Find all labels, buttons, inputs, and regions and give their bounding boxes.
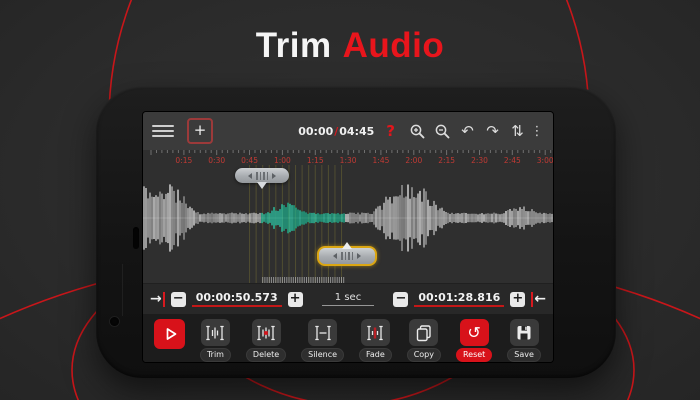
delete-button[interactable]: Delete xyxy=(245,319,287,362)
reset-label: Reset xyxy=(455,348,493,362)
selection-controls: → − 00:00:50.573 + 1 sec − 00:01:28.816 … xyxy=(143,283,553,314)
svg-text:1:15: 1:15 xyxy=(307,156,324,165)
copy-button[interactable]: Copy xyxy=(406,319,441,362)
svg-text:0:45: 0:45 xyxy=(241,156,258,165)
step-size-field[interactable]: 1 sec xyxy=(321,292,375,306)
start-minus-button[interactable]: − xyxy=(170,291,186,307)
redo-icon[interactable]: ↷ xyxy=(480,119,505,143)
svg-text:1:45: 1:45 xyxy=(373,156,390,165)
earpiece-speaker xyxy=(133,227,139,249)
zoom-out-icon[interactable] xyxy=(430,119,455,143)
svg-text:2:00: 2:00 xyxy=(405,156,422,165)
phone-frame: + 00:00/04:45 ? ↶ ↷ ⇅ ⋮ 0:15 0:30 0:45 1:00… xyxy=(96,86,616,378)
trim-button[interactable]: Trim xyxy=(199,319,231,362)
selection-start-handle[interactable] xyxy=(235,168,289,189)
svg-text:1:30: 1:30 xyxy=(340,156,357,165)
copy-label: Copy xyxy=(406,348,441,362)
top-toolbar: + 00:00/04:45 ? ↶ ↷ ⇅ ⋮ xyxy=(143,112,553,150)
selection-end-handle[interactable] xyxy=(317,242,377,266)
reset-icon: ↺ xyxy=(459,319,489,346)
time-total: 04:45 xyxy=(339,124,375,138)
svg-text:2:45: 2:45 xyxy=(504,156,521,165)
fade-button[interactable]: Fade xyxy=(358,319,392,362)
add-file-button[interactable]: + xyxy=(187,118,213,144)
delete-icon xyxy=(251,319,281,346)
silence-icon xyxy=(308,319,338,346)
waveform-area[interactable]: 0:15 0:30 0:45 1:00 1:15 1:30 1:45 2:00 2:15 2:30… xyxy=(143,150,553,283)
selection-end-time[interactable]: 00:01:28.816 xyxy=(414,291,505,307)
time-current: 00:00 xyxy=(298,124,334,138)
front-camera xyxy=(110,317,119,326)
svg-text:0:30: 0:30 xyxy=(208,156,225,165)
save-button[interactable]: Save xyxy=(507,319,541,362)
start-plus-button[interactable]: + xyxy=(287,291,303,307)
selection-start-time[interactable]: 00:00:50.573 xyxy=(191,291,282,307)
app-screen: + 00:00/04:45 ? ↶ ↷ ⇅ ⋮ 0:15 0:30 0:45 1:00… xyxy=(143,112,553,362)
undo-icon[interactable]: ↶ xyxy=(455,119,480,143)
more-options-icon[interactable]: ⋮ xyxy=(530,124,544,139)
svg-text:1:00: 1:00 xyxy=(274,156,291,165)
play-button[interactable] xyxy=(154,319,185,349)
svg-text:2:30: 2:30 xyxy=(471,156,488,165)
snap-start-icon[interactable]: → xyxy=(150,291,165,307)
action-bar: Trim Delete Silence Fade Copy ↺ Reset Sa… xyxy=(143,314,553,362)
silence-button[interactable]: Silence xyxy=(301,319,345,362)
svg-text:3:00: 3:00 xyxy=(537,156,553,165)
delete-label: Delete xyxy=(245,348,287,362)
reset-button[interactable]: ↺ Reset xyxy=(455,319,493,362)
copy-icon xyxy=(409,319,439,346)
playback-time-display: 00:00/04:45 xyxy=(298,125,374,138)
page-title-audio: Audio xyxy=(342,26,445,65)
silence-label: Silence xyxy=(301,348,345,362)
end-minus-button[interactable]: − xyxy=(393,291,409,307)
menu-icon[interactable] xyxy=(152,121,174,141)
bezel-seam xyxy=(122,264,123,316)
help-button[interactable]: ? xyxy=(386,122,395,140)
save-icon xyxy=(509,319,539,346)
play-icon[interactable] xyxy=(154,319,185,349)
swap-vertical-icon[interactable]: ⇅ xyxy=(505,119,530,143)
snap-end-icon[interactable]: ← xyxy=(531,291,546,307)
fade-label: Fade xyxy=(358,348,392,362)
page-title: Trim Audio xyxy=(0,26,700,66)
zoom-in-icon[interactable] xyxy=(405,119,430,143)
end-plus-button[interactable]: + xyxy=(510,291,526,307)
svg-text:0:15: 0:15 xyxy=(175,156,192,165)
svg-text:2:15: 2:15 xyxy=(438,156,455,165)
trim-label: Trim xyxy=(199,348,231,362)
save-label: Save xyxy=(507,348,541,362)
page-title-trim: Trim xyxy=(255,26,332,65)
trim-icon xyxy=(200,319,230,346)
fade-icon xyxy=(360,319,390,346)
